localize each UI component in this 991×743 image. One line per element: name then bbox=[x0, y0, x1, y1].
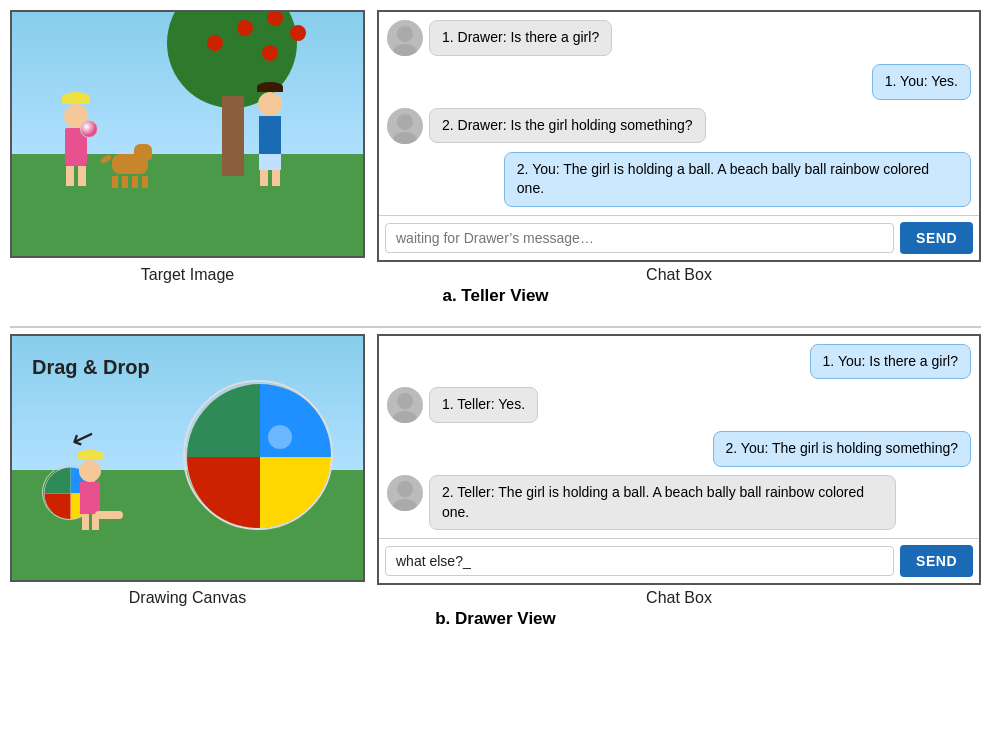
target-image-scene bbox=[10, 10, 365, 258]
section-b-labels: Drawing Canvas Chat Box bbox=[10, 589, 981, 607]
avatar-icon-1 bbox=[387, 20, 423, 56]
teller-avatar-2 bbox=[387, 475, 423, 511]
svg-point-0 bbox=[397, 26, 413, 42]
target-image-panel bbox=[10, 10, 365, 258]
drawer-msg-row-3: 2. You: The girl is holding something? bbox=[387, 431, 971, 467]
girl-leg-r bbox=[78, 166, 86, 186]
drawer-bubble-2: 1. Teller: Yes. bbox=[429, 387, 538, 423]
drawer-message-input[interactable] bbox=[385, 546, 894, 576]
drawer-msg-row-1: 1. You: Is there a girl? bbox=[387, 344, 971, 380]
teller-msg-row-3: 2. Drawer: Is the girl holding something… bbox=[387, 108, 971, 144]
drawer-bubble-3: 2. You: The girl is holding something? bbox=[713, 431, 971, 467]
drawer-avatar-1 bbox=[387, 20, 423, 56]
teller-msg-row-2: 1. You: Yes. bbox=[387, 64, 971, 100]
svg-point-3 bbox=[393, 132, 417, 144]
section-b: Drag & Drop ↙ bbox=[10, 334, 981, 635]
drawer-input-row: SEND bbox=[379, 538, 979, 583]
section-a-labels: Target Image Chat Box bbox=[10, 266, 981, 284]
teller-bubble-2: 1. You: Yes. bbox=[872, 64, 971, 100]
drawer-send-button[interactable]: SEND bbox=[900, 545, 973, 577]
chat-box-label-b: Chat Box bbox=[377, 589, 981, 607]
beach-ball-large-svg bbox=[185, 382, 333, 530]
target-image-label: Target Image bbox=[10, 266, 365, 284]
drawer-bubble-4: 2. Teller: The girl is holding a ball. A… bbox=[429, 475, 896, 530]
drawing-canvas-label: Drawing Canvas bbox=[10, 589, 365, 607]
teller-bubble-1: 1. Drawer: Is there a girl? bbox=[429, 20, 612, 56]
teller-avatar-icon-1 bbox=[387, 387, 423, 423]
girl-leg-l bbox=[66, 166, 74, 186]
girl-hair bbox=[62, 92, 90, 104]
svg-point-8 bbox=[393, 411, 417, 423]
apple-5 bbox=[290, 25, 306, 41]
section-b-content: Drag & Drop ↙ bbox=[10, 334, 981, 585]
boy-body bbox=[259, 116, 281, 154]
boy-head bbox=[258, 92, 282, 116]
dog-legs bbox=[112, 176, 148, 188]
svg-point-5 bbox=[268, 425, 292, 449]
beach-ball-large[interactable] bbox=[183, 380, 333, 530]
avatar-icon-2 bbox=[387, 108, 423, 144]
boy-shorts bbox=[259, 154, 281, 170]
teller-send-button[interactable]: SEND bbox=[900, 222, 973, 254]
drawer-msg-row-4: 2. Teller: The girl is holding a ball. A… bbox=[387, 475, 971, 530]
teller-chat-messages: 1. Drawer: Is there a girl? 1. You: Yes. bbox=[379, 12, 979, 215]
section-a: 1. Drawer: Is there a girl? 1. You: Yes. bbox=[10, 10, 981, 312]
section-a-content: 1. Drawer: Is there a girl? 1. You: Yes. bbox=[10, 10, 981, 262]
drawer-avatar-2 bbox=[387, 108, 423, 144]
girl-legs bbox=[62, 166, 90, 186]
drawing-canvas-scene: Drag & Drop ↙ bbox=[10, 334, 365, 582]
svg-point-7 bbox=[397, 393, 413, 409]
section-divider bbox=[10, 326, 981, 328]
drawer-view-title: b. Drawer View bbox=[10, 609, 981, 629]
apple-2 bbox=[237, 20, 253, 36]
boy-hair bbox=[257, 82, 283, 92]
drag-drop-label: Drag & Drop bbox=[32, 356, 150, 379]
teller-msg-row-1: 1. Drawer: Is there a girl? bbox=[387, 20, 971, 56]
svg-point-2 bbox=[397, 114, 413, 130]
draw-girl-character bbox=[77, 469, 103, 530]
main-container: 1. Drawer: Is there a girl? 1. You: Yes. bbox=[10, 10, 981, 643]
svg-point-1 bbox=[393, 44, 417, 56]
chat-box-label-a: Chat Box bbox=[377, 266, 981, 284]
held-ball bbox=[80, 120, 98, 138]
apple-4 bbox=[262, 45, 278, 61]
teller-avatar-icon-2 bbox=[387, 475, 423, 511]
drawer-bubble-1: 1. You: Is there a girl? bbox=[810, 344, 971, 380]
apple-1 bbox=[207, 35, 223, 51]
teller-chat-panel: 1. Drawer: Is there a girl? 1. You: Yes. bbox=[377, 10, 981, 262]
drawing-canvas-panel: Drag & Drop ↙ bbox=[10, 334, 365, 582]
dog-head bbox=[134, 144, 152, 160]
drawer-chat-panel: 1. You: Is there a girl? 1. Teller: bbox=[377, 334, 981, 585]
teller-view-title: a. Teller View bbox=[10, 286, 981, 306]
svg-point-9 bbox=[397, 481, 413, 497]
teller-avatar-1 bbox=[387, 387, 423, 423]
drawer-msg-row-2: 1. Teller: Yes. bbox=[387, 387, 971, 423]
teller-input-row: SEND bbox=[379, 215, 979, 260]
teller-msg-row-4: 2. You: The girl is holding a ball. A be… bbox=[387, 152, 971, 207]
boy-character bbox=[257, 102, 283, 186]
dog-character bbox=[112, 154, 148, 188]
tree-trunk bbox=[222, 96, 244, 176]
drawer-chat-messages: 1. You: Is there a girl? 1. Teller: bbox=[379, 336, 979, 538]
teller-bubble-4: 2. You: The girl is holding a ball. A be… bbox=[504, 152, 971, 207]
teller-bubble-3: 2. Drawer: Is the girl holding something… bbox=[429, 108, 706, 144]
teller-message-input[interactable] bbox=[385, 223, 894, 253]
boy-legs bbox=[257, 170, 283, 186]
svg-point-10 bbox=[393, 499, 417, 511]
apple-3 bbox=[267, 10, 283, 26]
